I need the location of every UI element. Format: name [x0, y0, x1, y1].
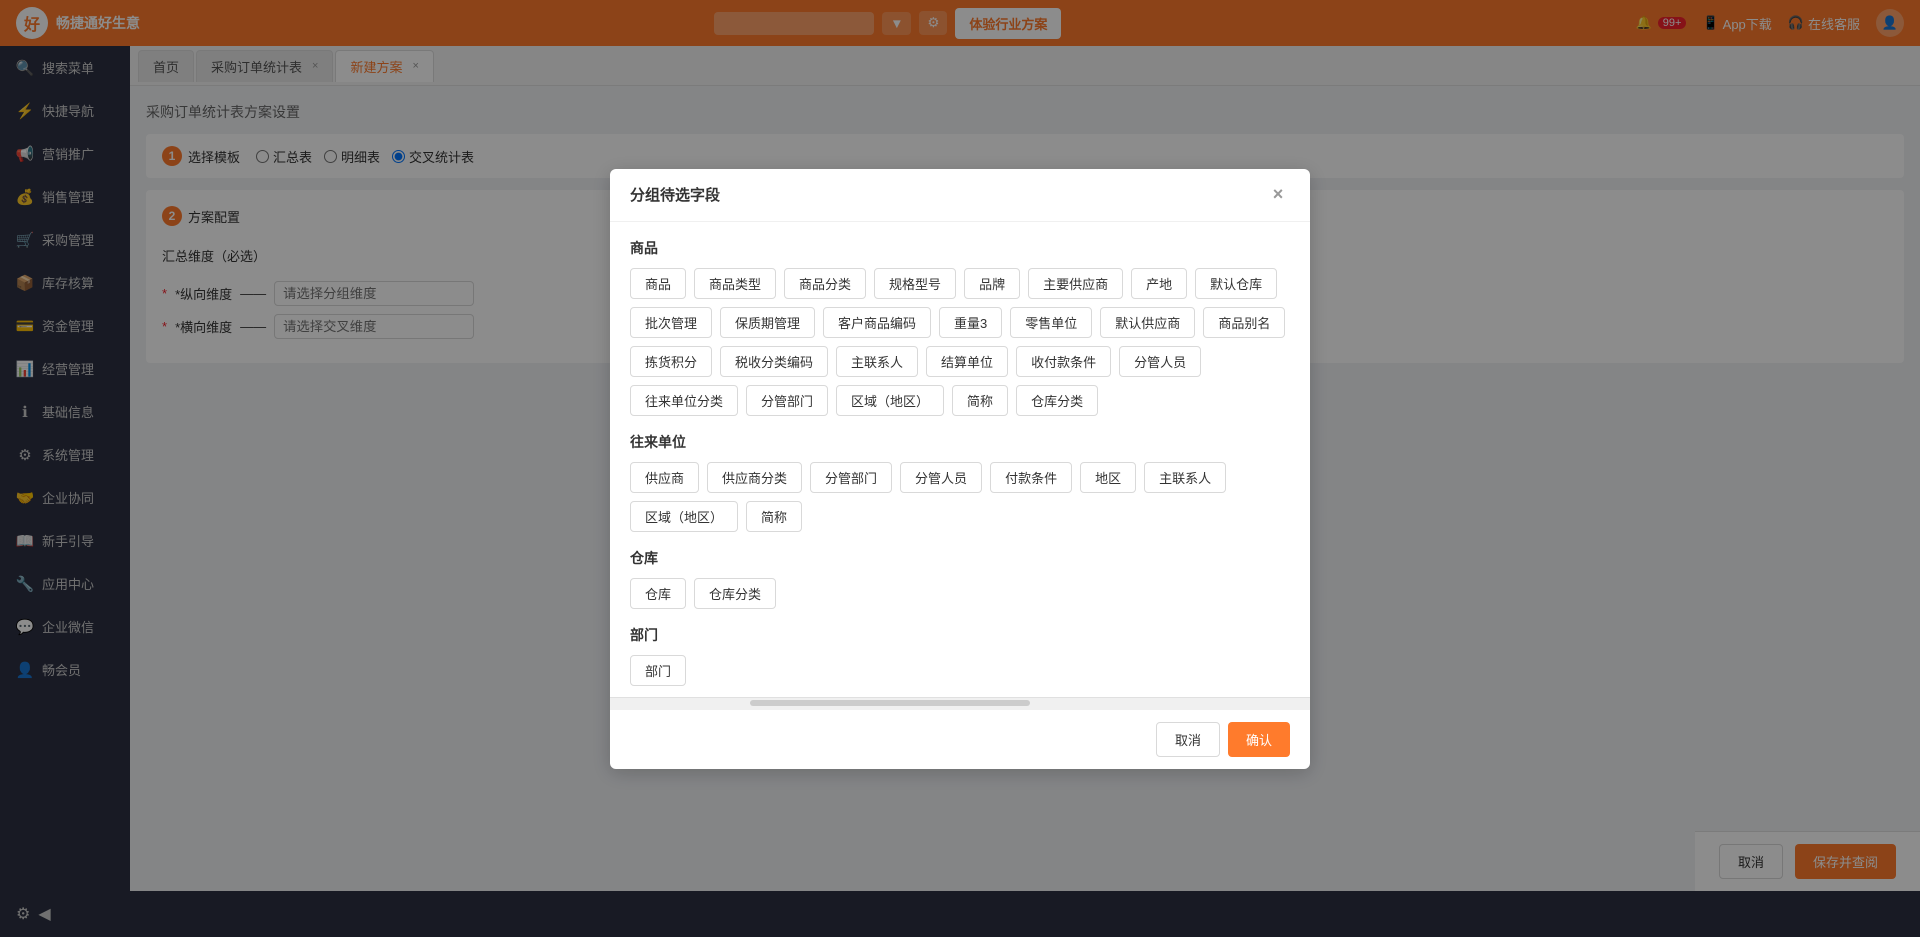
field-tag-supplier-category[interactable]: 供应商分类 — [707, 462, 802, 493]
field-tag-product-category[interactable]: 商品分类 — [784, 268, 866, 299]
field-tag-retail-unit[interactable]: 零售单位 — [1010, 307, 1092, 338]
field-tag-origin[interactable]: 产地 — [1131, 268, 1187, 299]
field-tag-region[interactable]: 区域（地区） — [836, 385, 944, 416]
field-group-product-title: 商品 — [630, 238, 1290, 258]
field-tag-main-supplier[interactable]: 主要供应商 — [1028, 268, 1123, 299]
field-tag-settlement-unit[interactable]: 结算单位 — [926, 346, 1008, 377]
field-group-product: 商品 商品 商品类型 商品分类 规格型号 品牌 主要供应商 产地 默认仓库 批次… — [630, 238, 1290, 416]
modal-overlay: 分组待选字段 × 商品 商品 商品类型 商品分类 规格型号 品牌 主要供应商 产… — [0, 0, 1920, 937]
field-tags-dept: 部门 — [630, 655, 1290, 686]
field-tag-dept-managed[interactable]: 分管部门 — [746, 385, 828, 416]
field-tag-default-supplier[interactable]: 默认供应商 — [1100, 307, 1195, 338]
field-tag-short-name2[interactable]: 简称 — [746, 501, 802, 532]
modal-header: 分组待选字段 × — [610, 169, 1310, 222]
field-tag-dept[interactable]: 部门 — [630, 655, 686, 686]
field-tag-supplier[interactable]: 供应商 — [630, 462, 699, 493]
field-group-partner-title: 往来单位 — [630, 432, 1290, 452]
field-tag-supervisor[interactable]: 分管人员 — [1119, 346, 1201, 377]
modal-cancel-button[interactable]: 取消 — [1156, 722, 1220, 757]
field-tag-supervisor2[interactable]: 分管人员 — [900, 462, 982, 493]
modal-footer: 取消 确认 — [610, 709, 1310, 769]
field-group-dept: 部门 部门 — [630, 625, 1290, 686]
field-tag-payment-cond[interactable]: 付款条件 — [990, 462, 1072, 493]
field-tag-warehouse[interactable]: 仓库 — [630, 578, 686, 609]
field-tag-weight3[interactable]: 重量3 — [939, 307, 1002, 338]
field-tag-main-contact2[interactable]: 主联系人 — [1144, 462, 1226, 493]
field-tag-product-alias[interactable]: 商品别名 — [1203, 307, 1285, 338]
field-tag-brand[interactable]: 品牌 — [964, 268, 1020, 299]
field-group-warehouse-title: 仓库 — [630, 548, 1290, 568]
field-tag-partner-category[interactable]: 往来单位分类 — [630, 385, 738, 416]
field-tag-product-type[interactable]: 商品类型 — [694, 268, 776, 299]
field-tag-region2[interactable]: 区域（地区） — [630, 501, 738, 532]
field-group-partner: 往来单位 供应商 供应商分类 分管部门 分管人员 付款条件 地区 主联系人 区域… — [630, 432, 1290, 532]
modal-hscrollbar[interactable] — [610, 697, 1310, 709]
field-tag-default-warehouse[interactable]: 默认仓库 — [1195, 268, 1277, 299]
modal-confirm-button[interactable]: 确认 — [1228, 722, 1290, 757]
field-tags-product: 商品 商品类型 商品分类 规格型号 品牌 主要供应商 产地 默认仓库 批次管理 … — [630, 268, 1290, 416]
field-tag-batch-mgmt[interactable]: 批次管理 — [630, 307, 712, 338]
field-tag-dept-managed2[interactable]: 分管部门 — [810, 462, 892, 493]
modal-title: 分组待选字段 — [630, 184, 720, 205]
field-group-dept-title: 部门 — [630, 625, 1290, 645]
field-tag-product[interactable]: 商品 — [630, 268, 686, 299]
field-tag-pick-points[interactable]: 拣货积分 — [630, 346, 712, 377]
field-tag-warehouse-cat[interactable]: 仓库分类 — [694, 578, 776, 609]
field-tag-payment-terms[interactable]: 收付款条件 — [1016, 346, 1111, 377]
modal-hscroll-thumb — [750, 700, 1030, 706]
field-tag-tax-code[interactable]: 税收分类编码 — [720, 346, 828, 377]
field-tag-short-name[interactable]: 简称 — [952, 385, 1008, 416]
field-tag-spec-model[interactable]: 规格型号 — [874, 268, 956, 299]
field-tag-expiry-mgmt[interactable]: 保质期管理 — [720, 307, 815, 338]
modal-body[interactable]: 商品 商品 商品类型 商品分类 规格型号 品牌 主要供应商 产地 默认仓库 批次… — [610, 222, 1310, 697]
field-group-warehouse: 仓库 仓库 仓库分类 — [630, 548, 1290, 609]
field-tag-customer-code[interactable]: 客户商品编码 — [823, 307, 931, 338]
field-tag-main-contact[interactable]: 主联系人 — [836, 346, 918, 377]
field-tag-warehouse-category[interactable]: 仓库分类 — [1016, 385, 1098, 416]
field-tags-partner: 供应商 供应商分类 分管部门 分管人员 付款条件 地区 主联系人 区域（地区） … — [630, 462, 1290, 532]
modal-close-button[interactable]: × — [1266, 183, 1290, 207]
field-tags-warehouse: 仓库 仓库分类 — [630, 578, 1290, 609]
field-select-modal: 分组待选字段 × 商品 商品 商品类型 商品分类 规格型号 品牌 主要供应商 产… — [610, 169, 1310, 769]
field-tag-area[interactable]: 地区 — [1080, 462, 1136, 493]
